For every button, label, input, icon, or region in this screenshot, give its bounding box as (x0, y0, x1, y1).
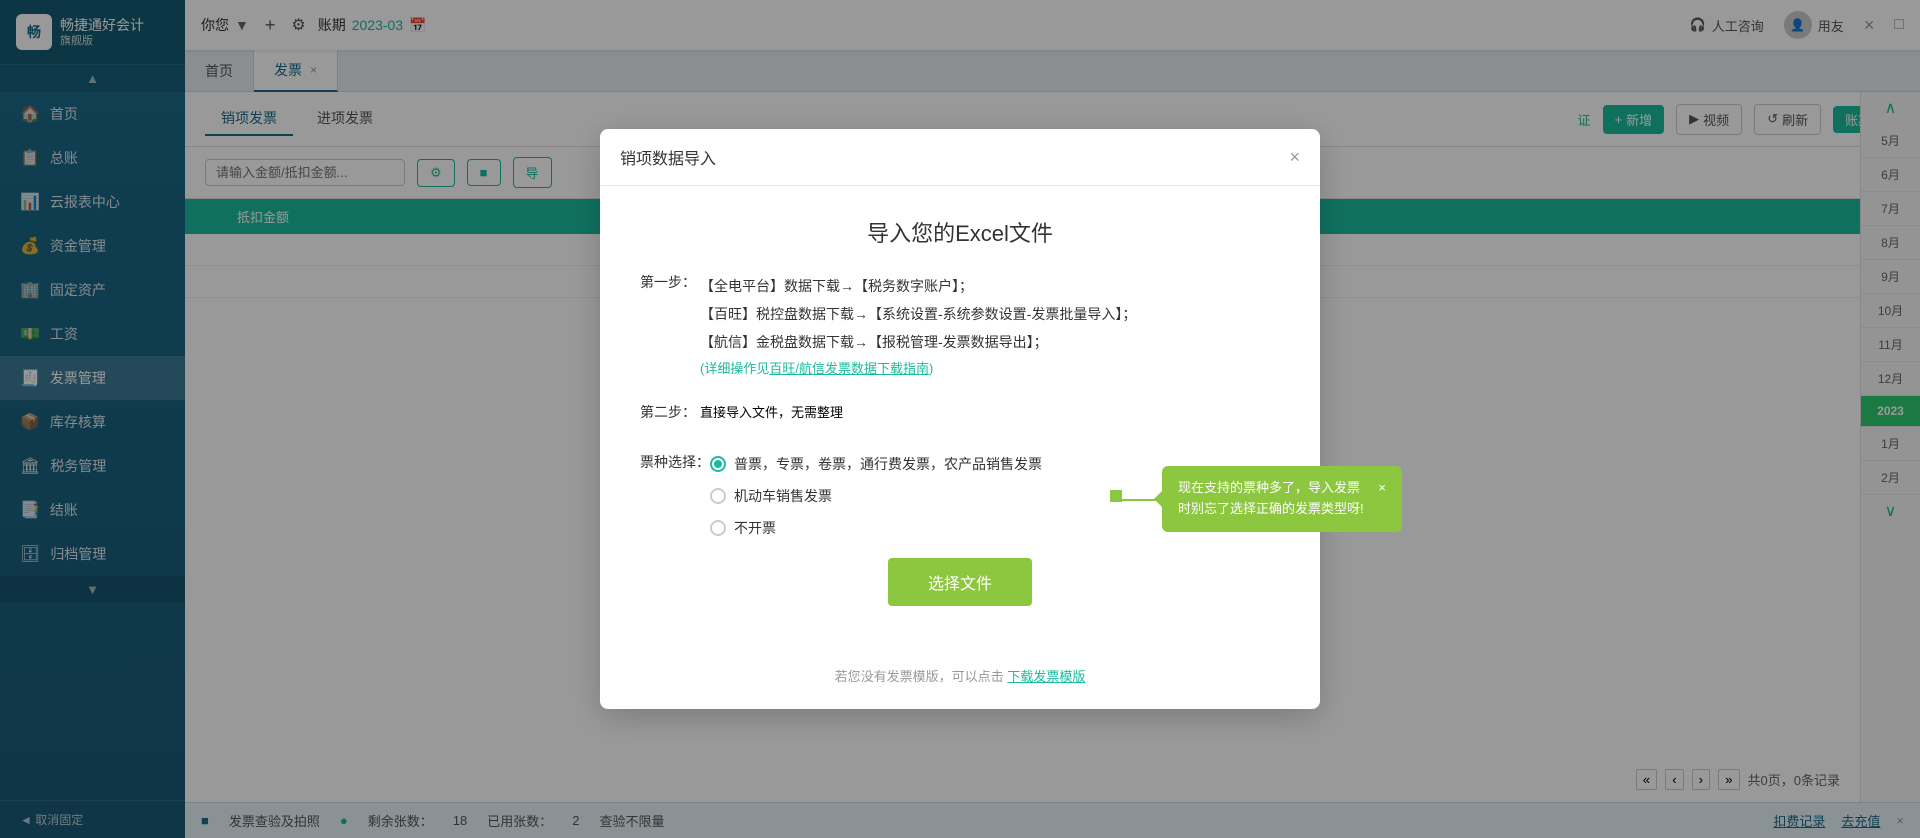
footer-pre: 若您没有发票模版，可以点击 (835, 669, 1004, 684)
tooltip-connector-line (1110, 499, 1162, 501)
step1-label: 第一步： (640, 272, 700, 292)
step1-line3: 【航信】金税盘数据下载→【报税管理-发票数据导出】； (700, 328, 1136, 356)
radio-normal-label: 普票，专票，卷票，通行费发票，农产品销售发票 (734, 454, 1042, 474)
dialog-header: 销项数据导入 × (600, 129, 1320, 186)
step1-content: 【全电平台】数据下载→【税务数字账户】； 【百旺】税控盘数据下载→【系统设置-系… (700, 272, 1136, 382)
tooltip-text: 现在支持的票种多了，导入发票时别忘了选择正确的发票类型呀! (1178, 480, 1364, 516)
step1-row: 第一步： 【全电平台】数据下载→【税务数字账户】； 【百旺】税控盘数据下载→【系… (640, 272, 1280, 382)
tooltip-bubble: × 现在支持的票种多了，导入发票时别忘了选择正确的发票类型呀! (1162, 466, 1402, 532)
step1: 第一步： 【全电平台】数据下载→【税务数字账户】； 【百旺】税控盘数据下载→【系… (640, 272, 1280, 382)
step1-note-link[interactable]: 百旺/航信发票数据下载指南 (769, 361, 929, 376)
dialog-body: 导入您的Excel文件 第一步： 【全电平台】数据下载→【税务数字账户】； 【百… (600, 186, 1320, 656)
import-dialog: 销项数据导入 × 导入您的Excel文件 第一步： 【全电平台】数据下载→【税务… (600, 129, 1320, 709)
tooltip-close-button[interactable]: × (1378, 478, 1386, 499)
radio-normal-circle (710, 456, 726, 472)
dialog-footer: 若您没有发票模版，可以点击 下载发票模版 (600, 656, 1320, 709)
ticket-selection: 票种选择： 普票，专票，卷票，通行费发票，农产品销售发票 机动车销售发票 (640, 450, 1280, 538)
step2-content: 直接导入文件，无需整理 (700, 402, 843, 421)
dialog-close-button[interactable]: × (1289, 147, 1300, 168)
step1-note-pre: (详细操作见 (700, 361, 769, 376)
radio-motor-label: 机动车销售发票 (734, 486, 832, 506)
radio-noticket-label: 不开票 (734, 518, 776, 538)
radio-group: 普票，专票，卷票，通行费发票，农产品销售发票 机动车销售发票 × 现在支持的票种… (710, 454, 1042, 538)
select-file-button[interactable]: 选择文件 (888, 558, 1032, 606)
dialog-title: 销项数据导入 (620, 145, 716, 169)
step1-note-post: ) (929, 361, 933, 376)
radio-noticket-circle (710, 520, 726, 536)
step1-line2: 【百旺】税控盘数据下载→【系统设置-系统参数设置-发票批量导入】； (700, 300, 1136, 328)
ticket-label: 票种选择： (640, 450, 710, 472)
radio-item-normal[interactable]: 普票，专票，卷票，通行费发票，农产品销售发票 (710, 454, 1042, 474)
radio-normal-dot (714, 460, 722, 468)
download-template-link[interactable]: 下载发票模版 (1007, 669, 1085, 684)
step2: 第二步： 直接导入文件，无需整理 (640, 402, 1280, 430)
dialog-main-title: 导入您的Excel文件 (640, 216, 1280, 248)
step2-label: 第二步： (640, 402, 700, 422)
step1-line1: 【全电平台】数据下载→【税务数字账户】； (700, 272, 1136, 300)
radio-motor-circle (710, 488, 726, 504)
radio-item-motor[interactable]: 机动车销售发票 × 现在支持的票种多了，导入发票时别忘了选择正确的发票类型呀! (710, 486, 1042, 506)
step1-note: (详细操作见百旺/航信发票数据下载指南) (700, 356, 1136, 382)
step2-row: 第二步： 直接导入文件，无需整理 (640, 402, 1280, 430)
radio-item-noticket[interactable]: 不开票 (710, 518, 1042, 538)
